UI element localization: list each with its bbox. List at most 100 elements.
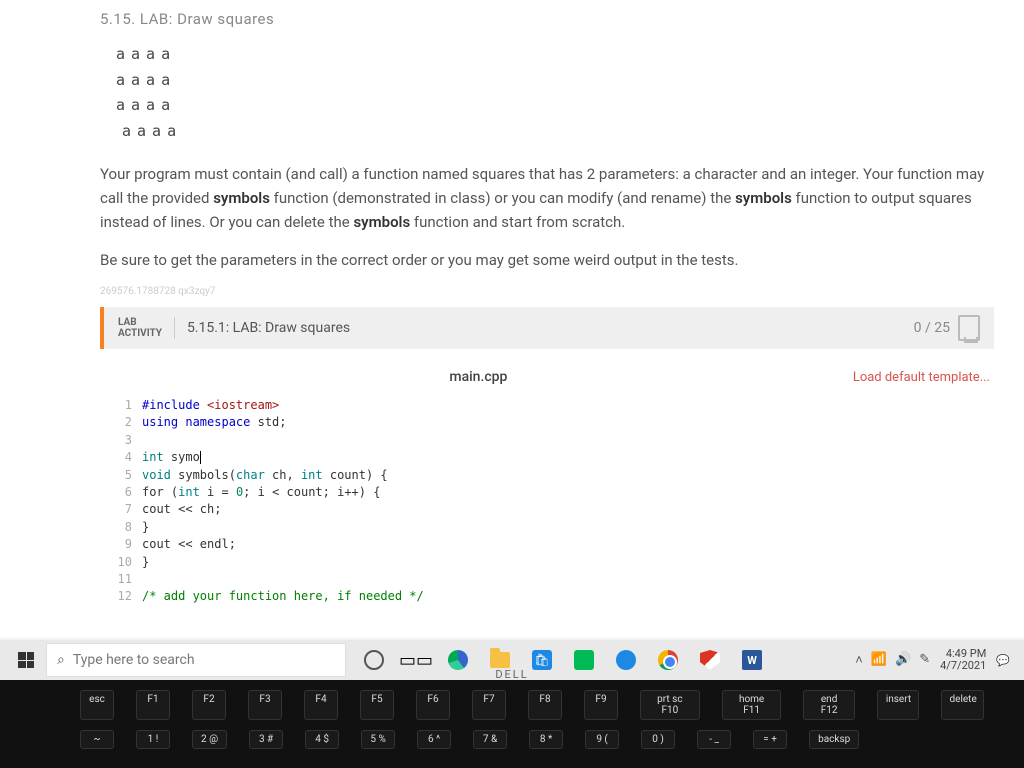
lab-score: 0 / 25 bbox=[914, 320, 950, 336]
windows-logo-icon bbox=[18, 652, 34, 668]
keyboard-key: 3 # bbox=[249, 730, 283, 749]
keyboard-key: delete bbox=[941, 690, 985, 720]
keyboard-key: F4 bbox=[304, 690, 338, 720]
text-cursor bbox=[200, 451, 201, 464]
notifications-icon[interactable]: 💬 bbox=[996, 654, 1010, 667]
keyboard-key: F8 bbox=[528, 690, 562, 720]
keyboard-key: F3 bbox=[248, 690, 282, 720]
code-token: std; bbox=[258, 415, 287, 429]
code-token: symbols( bbox=[178, 468, 236, 482]
code-token: count) { bbox=[330, 468, 388, 482]
system-tray[interactable]: ˄ 📶 🔊 ✎ 4:49 PM 4/7/2021 💬 bbox=[855, 648, 1018, 672]
taskbar-clock[interactable]: 4:49 PM 4/7/2021 bbox=[940, 648, 986, 672]
code-token: } bbox=[142, 519, 149, 536]
keyboard-row-fn: escF1F2F3F4F5F6F7F8F9prt sc F10home F11e… bbox=[0, 680, 1024, 720]
mail-icon[interactable] bbox=[564, 640, 604, 680]
keyboard-key: - _ bbox=[697, 730, 731, 749]
edge-icon[interactable] bbox=[438, 640, 478, 680]
text: ACTIVITY bbox=[118, 328, 162, 339]
instruction-paragraph-2: Be sure to get the parameters in the cor… bbox=[100, 248, 994, 272]
code-token: for ( bbox=[142, 485, 178, 499]
taskbar-search[interactable]: ⌕ Type here to search bbox=[46, 643, 346, 677]
sample-output: aaaa aaaa aaaa aaaa bbox=[116, 42, 994, 144]
keyboard-key: 9 ( bbox=[585, 730, 619, 749]
keyboard-key: = + bbox=[753, 730, 787, 749]
code-token: } bbox=[142, 554, 149, 571]
keyboard-key: 5 % bbox=[361, 730, 395, 749]
file-bar: main.cpp Load default template... bbox=[100, 363, 994, 393]
search-placeholder: Type here to search bbox=[73, 652, 195, 668]
content-id: 269576.1788728 qx3zqy7 bbox=[100, 286, 994, 297]
text: function and start from scratch. bbox=[414, 213, 625, 231]
sample-line: aaaa bbox=[116, 93, 994, 119]
code-token: <iostream> bbox=[207, 398, 279, 412]
code-token: symo bbox=[171, 450, 200, 464]
keyboard-key: ~ bbox=[80, 730, 114, 749]
instruction-paragraph-1: Your program must contain (and call) a f… bbox=[100, 162, 994, 234]
date-text: 4/7/2021 bbox=[940, 660, 986, 672]
code-token: ch, bbox=[272, 468, 301, 482]
keyboard-key: 7 & bbox=[473, 730, 507, 749]
lab-label: LAB ACTIVITY bbox=[118, 317, 175, 339]
code-token: namespace bbox=[185, 415, 257, 429]
start-button[interactable] bbox=[6, 640, 46, 680]
word-icon[interactable]: W bbox=[732, 640, 772, 680]
laptop-bezel: DELL escF1F2F3F4F5F6F7F8F9prt sc F10home… bbox=[0, 680, 1024, 768]
code-token: ; i < count; i++) { bbox=[243, 485, 380, 499]
page-content: 5.15. LAB: Draw squares aaaa aaaa aaaa a… bbox=[0, 0, 1024, 640]
keyboard-key: F9 bbox=[584, 690, 618, 720]
code-token: int bbox=[142, 450, 171, 464]
sample-line: aaaa bbox=[116, 68, 994, 94]
mcafee-icon[interactable] bbox=[690, 640, 730, 680]
keyboard-key: insert bbox=[877, 690, 919, 720]
code-token: int bbox=[178, 485, 207, 499]
sample-line: aaaa bbox=[116, 42, 994, 68]
chrome-icon[interactable] bbox=[648, 640, 688, 680]
text: function (demonstrated in class) or you … bbox=[274, 189, 735, 207]
sample-line: aaaa bbox=[122, 119, 994, 145]
code-token: void bbox=[142, 468, 178, 482]
code-editor[interactable]: 1 #include <iostream> 2 using namespace … bbox=[100, 393, 994, 616]
code-token: i = bbox=[207, 485, 236, 499]
code-token: int bbox=[301, 468, 330, 482]
keyboard-key: 0 ) bbox=[641, 730, 675, 749]
bold-text: symbols bbox=[213, 189, 270, 207]
app-icon[interactable] bbox=[606, 640, 646, 680]
keyboard-key: 1 ! bbox=[136, 730, 170, 749]
keyboard-key: F5 bbox=[360, 690, 394, 720]
code-token: using bbox=[142, 415, 185, 429]
keyboard-key: home F11 bbox=[722, 690, 782, 720]
volume-icon[interactable]: 🔊 bbox=[895, 652, 911, 668]
keyboard-key: 8 * bbox=[529, 730, 563, 749]
lab-activity-bar: LAB ACTIVITY 5.15.1: LAB: Draw squares 0… bbox=[100, 307, 994, 349]
keyboard-key: 6 ^ bbox=[417, 730, 451, 749]
code-token: cout << ch; bbox=[142, 501, 221, 518]
bold-text: symbols bbox=[353, 213, 410, 231]
taskbar-apps: ▭▭ 🛍 W bbox=[354, 640, 772, 680]
keyboard-row-num: ~1 ! 2 @ 3 # 4 $ 5 % 6 ^ 7 & 8 * 9 ( 0 ) - _ = + bac… bbox=[0, 720, 1024, 749]
score-box-icon bbox=[958, 315, 980, 341]
tray-chevron-icon[interactable]: ˄ bbox=[855, 652, 863, 668]
keyboard-key: 4 $ bbox=[305, 730, 339, 749]
keyboard-key: 2 @ bbox=[192, 730, 227, 749]
wifi-icon[interactable]: 📶 bbox=[871, 652, 887, 668]
code-token: #include bbox=[142, 398, 207, 412]
lab-title: 5.15.1: LAB: Draw squares bbox=[187, 320, 914, 336]
code-token: cout << endl; bbox=[142, 536, 236, 553]
code-token: /* add your function here, if needed */ bbox=[142, 588, 424, 605]
keyboard-key: esc bbox=[80, 690, 114, 720]
pen-icon[interactable]: ✎ bbox=[919, 652, 930, 668]
keyboard-key: F1 bbox=[136, 690, 170, 720]
filename-tab[interactable]: main.cpp bbox=[104, 369, 853, 385]
laptop-brand: DELL bbox=[495, 668, 528, 681]
code-token: char bbox=[236, 468, 272, 482]
keyboard-key: F6 bbox=[416, 690, 450, 720]
keyboard-key: end F12 bbox=[803, 690, 854, 720]
keyboard-key: backsp bbox=[809, 730, 859, 749]
keyboard-key: F7 bbox=[472, 690, 506, 720]
text: LAB bbox=[118, 317, 162, 328]
task-view-icon[interactable]: ▭▭ bbox=[396, 640, 436, 680]
cortana-icon[interactable] bbox=[354, 640, 394, 680]
keyboard-key: prt sc F10 bbox=[640, 690, 700, 720]
load-default-link[interactable]: Load default template... bbox=[853, 370, 990, 385]
